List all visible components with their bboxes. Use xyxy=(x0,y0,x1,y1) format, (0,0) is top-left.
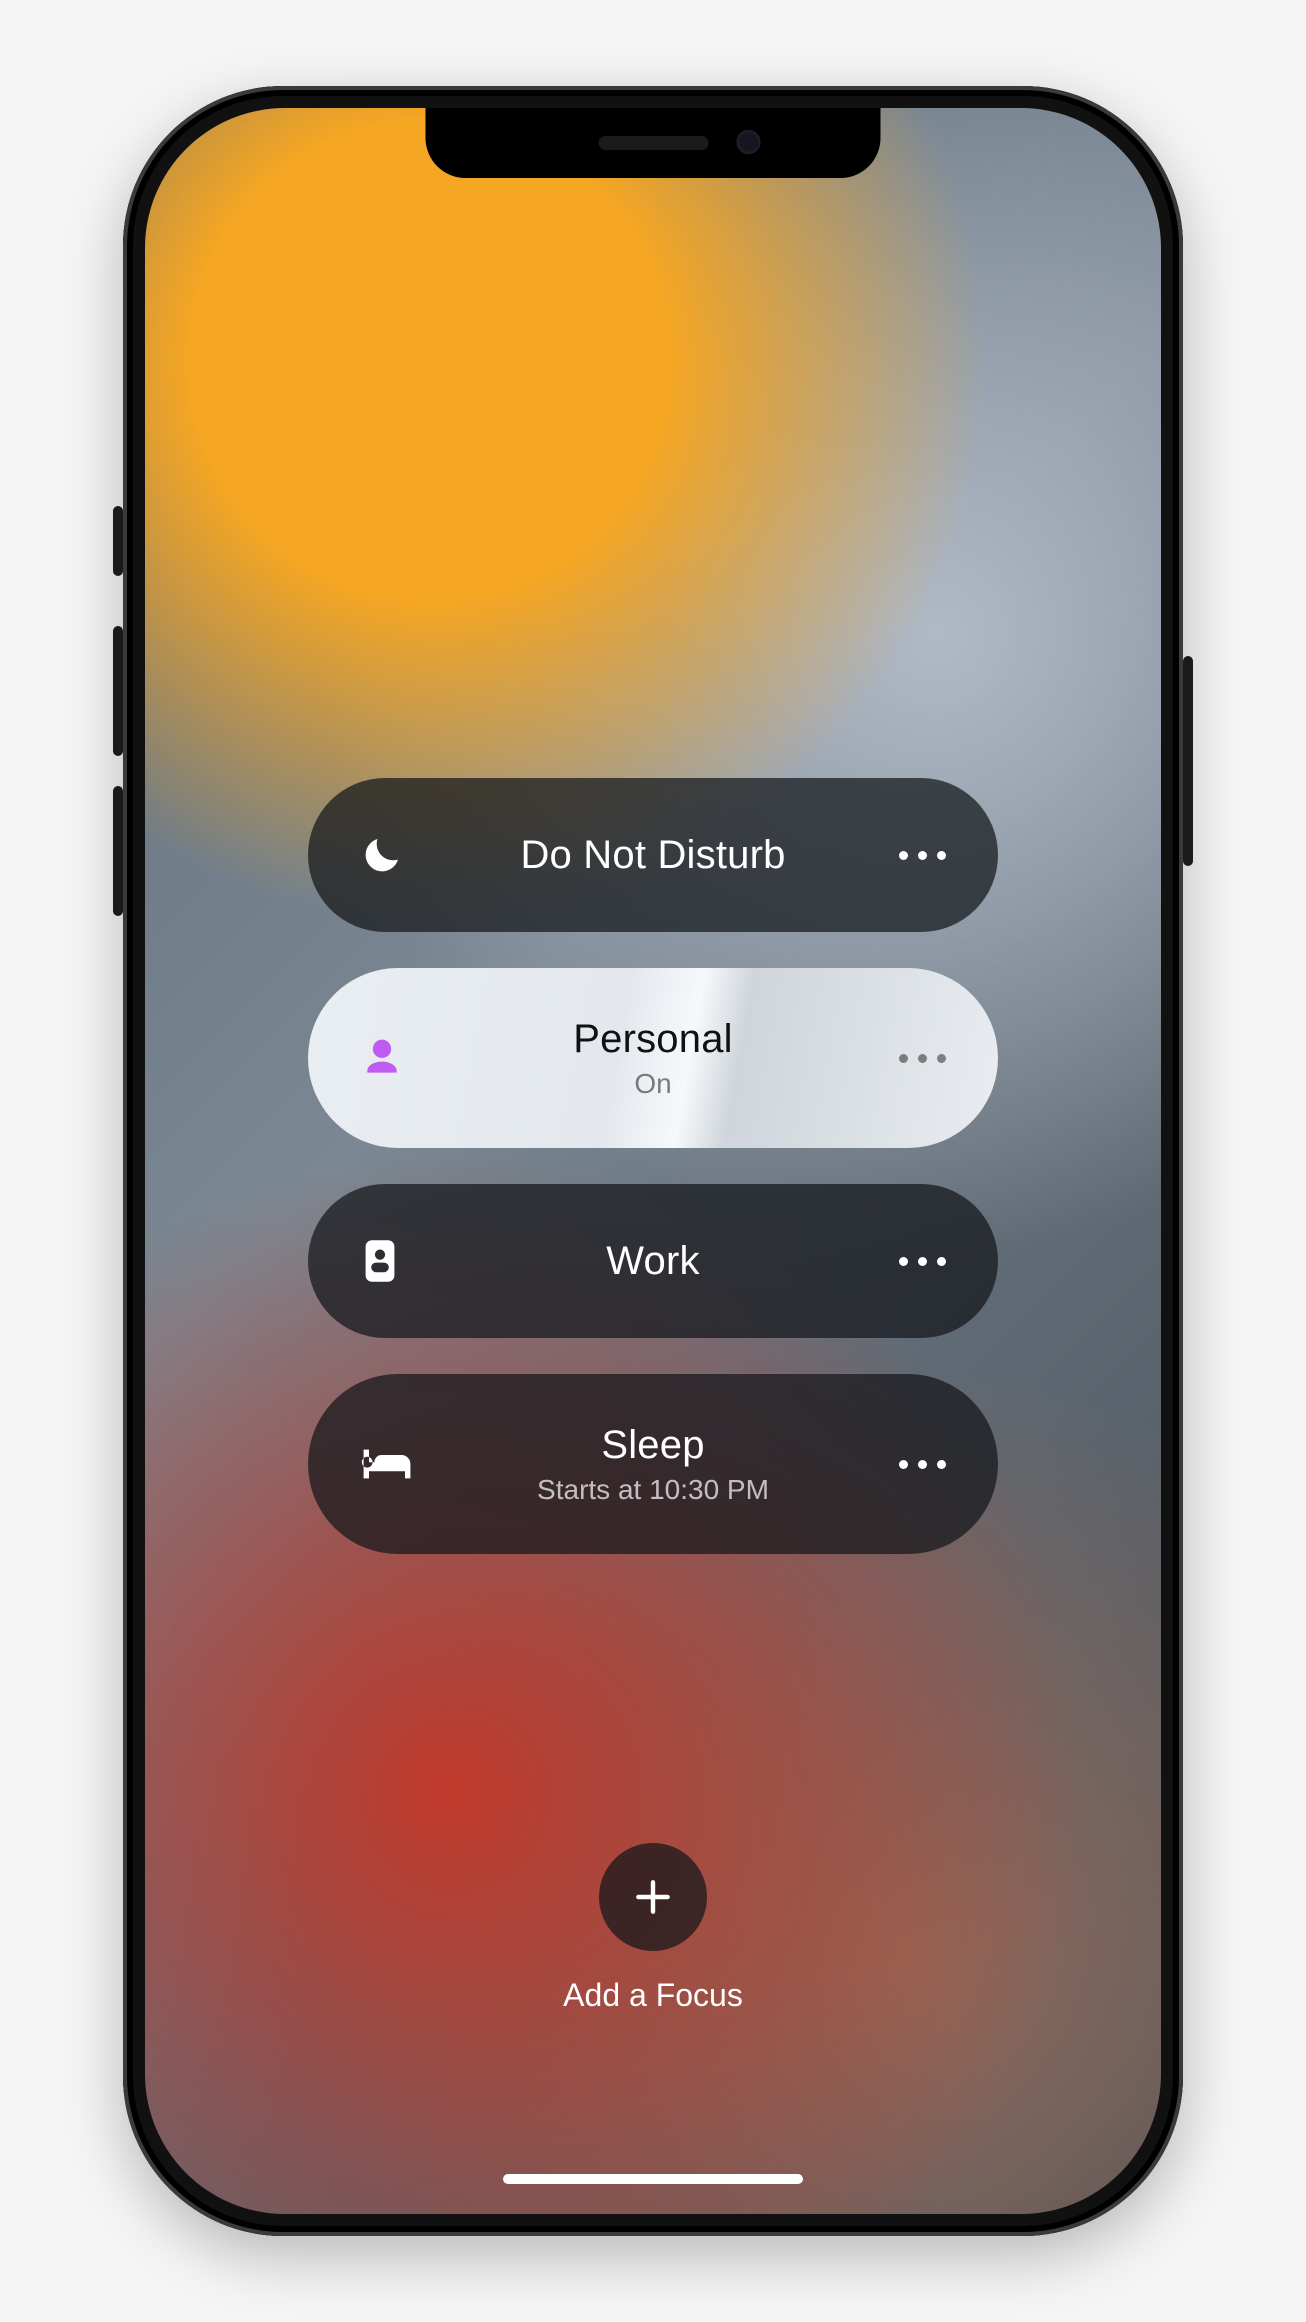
add-focus-section: Add a Focus xyxy=(145,1843,1161,2014)
moon-icon xyxy=(360,833,424,877)
more-icon[interactable] xyxy=(882,1054,946,1063)
focus-label-wrap: Personal On xyxy=(424,1017,882,1100)
focus-sublabel: Starts at 10:30 PM xyxy=(537,1474,769,1506)
focus-personal[interactable]: Personal On xyxy=(308,968,998,1148)
focus-label: Do Not Disturb xyxy=(520,833,785,878)
speaker-grille xyxy=(598,136,708,150)
focus-label-wrap: Sleep Starts at 10:30 PM xyxy=(424,1423,882,1506)
focus-label: Personal xyxy=(573,1017,732,1062)
plus-icon xyxy=(631,1875,675,1919)
focus-do-not-disturb[interactable]: Do Not Disturb xyxy=(308,778,998,932)
power-button[interactable] xyxy=(1183,656,1193,866)
focus-label: Sleep xyxy=(601,1423,704,1468)
focus-label: Work xyxy=(606,1239,699,1284)
add-focus-label: Add a Focus xyxy=(563,1977,743,2014)
volume-up-button[interactable] xyxy=(113,626,123,756)
notch xyxy=(426,108,881,178)
focus-sublabel: On xyxy=(634,1068,671,1100)
focus-list: Do Not Disturb Personal On xyxy=(308,778,998,1554)
focus-work[interactable]: Work xyxy=(308,1184,998,1338)
front-camera xyxy=(737,130,761,154)
more-icon[interactable] xyxy=(882,1460,946,1469)
screen: Do Not Disturb Personal On xyxy=(145,108,1161,2214)
bed-icon xyxy=(360,1444,424,1484)
add-focus-button[interactable] xyxy=(599,1843,707,1951)
person-icon xyxy=(360,1036,424,1080)
phone-frame: Do Not Disturb Personal On xyxy=(123,86,1183,2236)
volume-down-button[interactable] xyxy=(113,786,123,916)
focus-label-wrap: Do Not Disturb xyxy=(424,833,882,878)
more-icon[interactable] xyxy=(882,851,946,860)
badge-icon xyxy=(360,1237,424,1285)
mute-switch[interactable] xyxy=(113,506,123,576)
focus-sleep[interactable]: Sleep Starts at 10:30 PM xyxy=(308,1374,998,1554)
more-icon[interactable] xyxy=(882,1257,946,1266)
home-indicator[interactable] xyxy=(503,2174,803,2184)
focus-label-wrap: Work xyxy=(424,1239,882,1284)
